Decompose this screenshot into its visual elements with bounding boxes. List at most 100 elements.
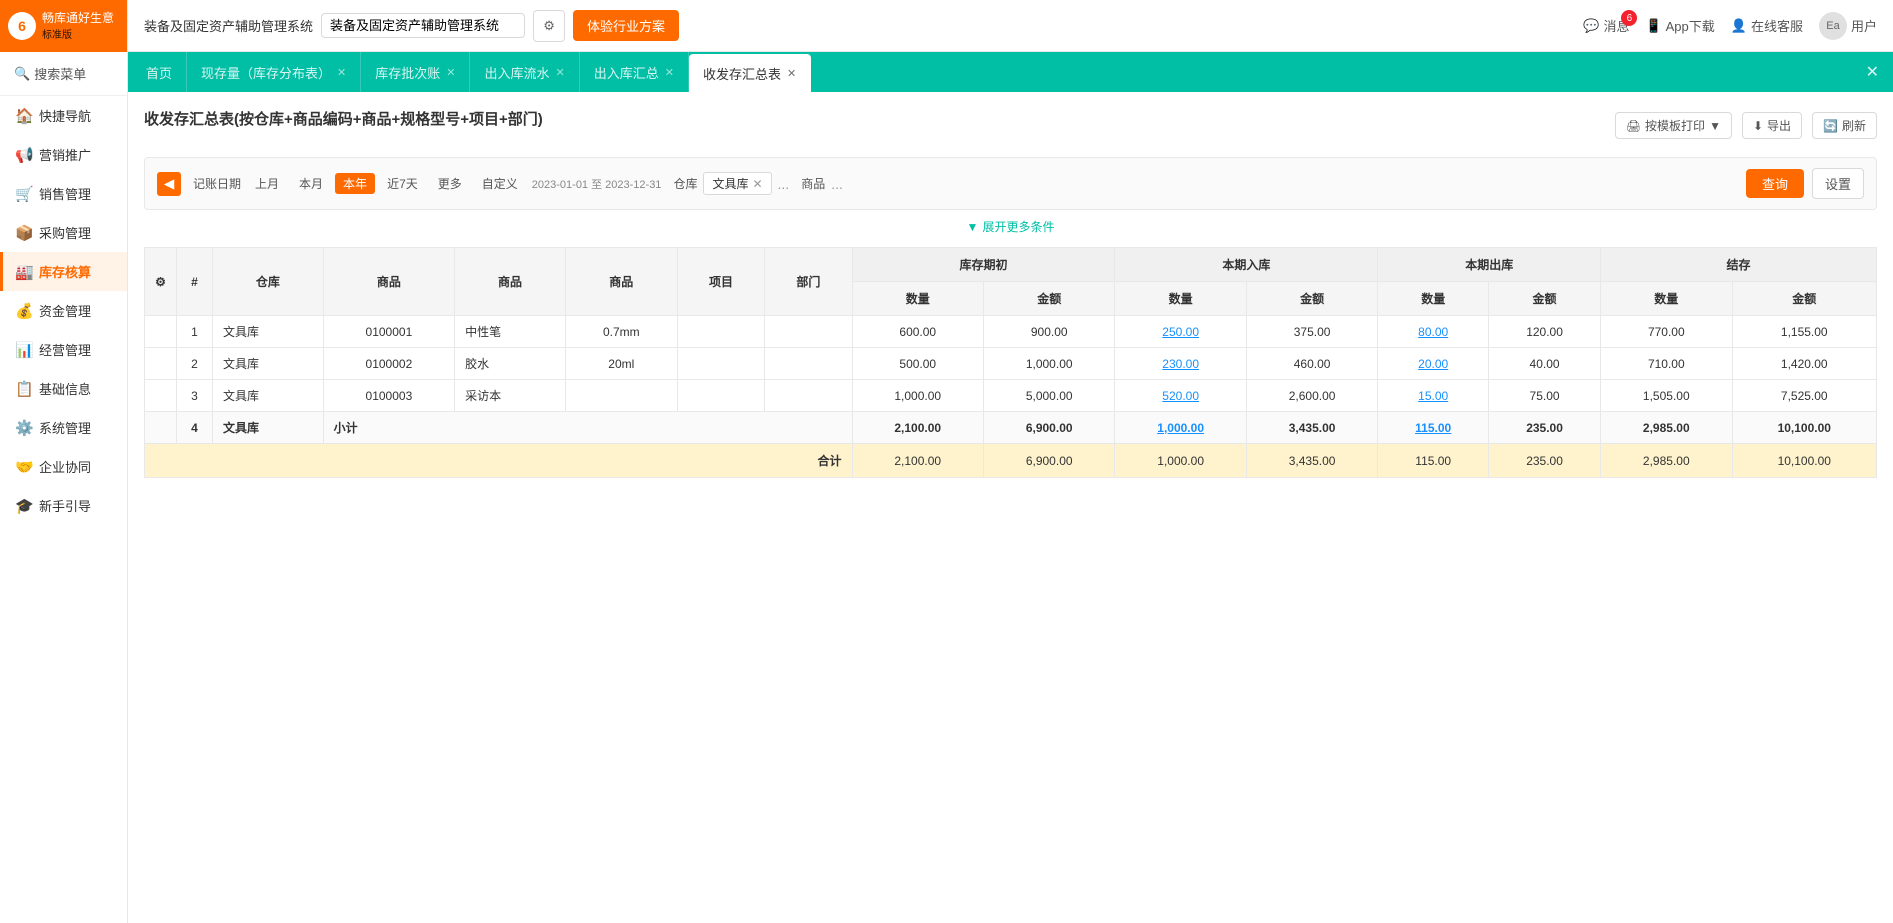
tab-in-out-summary[interactable]: 出入库汇总 ✕ <box>580 52 689 92</box>
refresh-button[interactable]: 🔄 刷新 <box>1812 112 1877 139</box>
sidebar-logo: 6 畅库通好生意 标准版 <box>0 0 127 52</box>
newbie-icon: 🎓 <box>15 497 33 515</box>
row-in-qty[interactable]: 230.00 <box>1115 348 1246 380</box>
tab-stock-dist-close[interactable]: ✕ <box>337 66 346 79</box>
row-num: 2 <box>177 348 213 380</box>
sales-icon: 🛒 <box>15 185 33 203</box>
search-menu-button[interactable]: 🔍 搜索菜单 <box>8 60 119 87</box>
main-content: 装备及固定资产辅助管理系统 装备及固定资产辅助管理系统 ⚙ 体验行业方案 💬 消… <box>128 0 1893 923</box>
filter-bar: ◀ 记账日期 上月 本月 本年 近7天 更多 自定义 2023-01-01 至 … <box>144 157 1877 210</box>
tab-stock-dist[interactable]: 现存量（库存分布表） ✕ <box>187 52 361 92</box>
sidebar-item-operations[interactable]: 📊 经营管理 <box>0 330 127 369</box>
table-close-qty-col: 数量 <box>1601 282 1732 316</box>
warehouse-ellipsis[interactable]: ... <box>778 176 790 192</box>
expand-more-button[interactable]: ▼ 展开更多条件 <box>967 218 1055 235</box>
total-open-qty: 2,100.00 <box>852 444 983 478</box>
system-title: 装备及固定资产辅助管理系统 <box>144 16 313 35</box>
system-icon: ⚙️ <box>15 419 33 437</box>
date-btn-more[interactable]: 更多 <box>430 173 470 194</box>
table-out-qty-col: 数量 <box>1378 282 1489 316</box>
warehouse-filter-label: 仓库 <box>673 175 697 192</box>
sidebar: 6 畅库通好生意 标准版 🔍 搜索菜单 🏠 快捷导航 📢 营销推广 🛒 销售管理… <box>0 0 128 923</box>
row-project <box>677 316 764 348</box>
total-out-amt: 235.00 <box>1489 444 1601 478</box>
row-settings <box>145 348 177 380</box>
sidebar-item-newbie[interactable]: 🎓 新手引导 <box>0 486 127 525</box>
warehouse-tag[interactable]: 文具库 ✕ <box>703 172 771 195</box>
subtotal-in-amt: 3,435.00 <box>1246 412 1377 444</box>
sidebar-item-inventory[interactable]: 🏭 库存核算 <box>0 252 127 291</box>
subtotal-warehouse: 文具库 <box>213 412 324 444</box>
sidebar-item-marketing[interactable]: 📢 营销推广 <box>0 135 127 174</box>
tab-in-out-flow-close[interactable]: ✕ <box>556 66 565 79</box>
table-row: 3 文具库 0100003 采访本 1,000.00 5,000.00 520.… <box>145 380 1877 412</box>
sidebar-item-purchase[interactable]: 📦 采购管理 <box>0 213 127 252</box>
table-settings-icon[interactable]: ⚙ <box>155 275 166 289</box>
refresh-label: 刷新 <box>1842 117 1866 134</box>
search-menu-label: 搜索菜单 <box>34 64 86 83</box>
print-button[interactable]: 🖨 按模板打印 ▼ <box>1615 112 1732 139</box>
message-button[interactable]: 💬 消息 6 <box>1583 16 1629 35</box>
trial-button[interactable]: 体验行业方案 <box>573 10 679 41</box>
user-menu-button[interactable]: Ea 用户 <box>1819 12 1877 40</box>
table-closing-header: 结存 <box>1601 248 1877 282</box>
row-close-amt: 1,420.00 <box>1732 348 1876 380</box>
table-num-col: # <box>177 248 213 316</box>
row-open-amt: 5,000.00 <box>983 380 1114 412</box>
filter-collapse-button[interactable]: ◀ <box>157 172 181 196</box>
query-button[interactable]: 查询 <box>1746 169 1804 198</box>
page-content: 收发存汇总表(按仓库+商品编码+商品+规格型号+项目+部门) 🖨 按模板打印 ▼… <box>128 92 1893 923</box>
subtotal-close-qty: 2,985.00 <box>1601 412 1732 444</box>
date-btn-cur-year[interactable]: 本年 <box>335 173 375 194</box>
export-button[interactable]: ⬇ 导出 <box>1742 112 1802 139</box>
warehouse-tag-close[interactable]: ✕ <box>752 177 762 191</box>
row-in-qty[interactable]: 250.00 <box>1115 316 1246 348</box>
tab-in-out-flow[interactable]: 出入库流水 ✕ <box>470 52 579 92</box>
print-chevron-icon: ▼ <box>1709 119 1721 133</box>
sidebar-item-system[interactable]: ⚙️ 系统管理 <box>0 408 127 447</box>
expand-row: ▼ 展开更多条件 <box>144 218 1877 235</box>
date-filter-label: 记账日期 <box>193 175 241 192</box>
row-out-amt: 40.00 <box>1489 348 1601 380</box>
row-spec <box>565 380 677 412</box>
row-out-qty[interactable]: 20.00 <box>1378 348 1489 380</box>
tab-recv-send-summary-close[interactable]: ✕ <box>787 67 796 80</box>
date-btn-cur-month[interactable]: 本月 <box>291 173 331 194</box>
sidebar-item-finance[interactable]: 💰 资金管理 <box>0 291 127 330</box>
tab-recv-send-summary[interactable]: 收发存汇总表 ✕ <box>689 54 811 92</box>
table-in-qty-col: 数量 <box>1115 282 1246 316</box>
app-download-label: App下载 <box>1666 16 1715 35</box>
date-btn-custom[interactable]: 自定义 <box>474 173 526 194</box>
subtotal-out-qty[interactable]: 115.00 <box>1378 412 1489 444</box>
tab-in-out-summary-close[interactable]: ✕ <box>665 66 674 79</box>
tabs-close-all-button[interactable]: ✕ <box>1856 62 1889 82</box>
sidebar-item-label: 销售管理 <box>39 184 91 203</box>
row-goods: 胶水 <box>455 348 566 380</box>
row-close-qty: 770.00 <box>1601 316 1732 348</box>
system-selector[interactable]: 装备及固定资产辅助管理系统 <box>321 13 525 38</box>
subtotal-in-qty[interactable]: 1,000.00 <box>1115 412 1246 444</box>
sidebar-item-basic-info[interactable]: 📋 基础信息 <box>0 369 127 408</box>
settings-gear-button[interactable]: ⚙ <box>533 10 565 42</box>
tab-home[interactable]: 首页 <box>132 52 187 92</box>
filter-setting-button[interactable]: 设置 <box>1812 168 1864 199</box>
row-out-qty[interactable]: 80.00 <box>1378 316 1489 348</box>
expand-icon: ▼ <box>967 220 979 234</box>
sidebar-item-quick-nav[interactable]: 🏠 快捷导航 <box>0 96 127 135</box>
sidebar-item-corp[interactable]: 🤝 企业协同 <box>0 447 127 486</box>
goods-filter-group: 商品 ... <box>801 175 843 192</box>
row-out-qty[interactable]: 15.00 <box>1378 380 1489 412</box>
tab-batch-account-close[interactable]: ✕ <box>446 66 455 79</box>
date-btn-prev-month[interactable]: 上月 <box>247 173 287 194</box>
sidebar-item-sales[interactable]: 🛒 销售管理 <box>0 174 127 213</box>
app-download-button[interactable]: 📱 App下载 <box>1645 16 1714 35</box>
date-btn-7days[interactable]: 近7天 <box>379 173 426 194</box>
table-open-qty-col: 数量 <box>852 282 983 316</box>
row-in-qty[interactable]: 520.00 <box>1115 380 1246 412</box>
tab-batch-account[interactable]: 库存批次账 ✕ <box>361 52 470 92</box>
goods-filter-label: 商品 <box>801 175 825 192</box>
online-service-button[interactable]: 👤 在线客服 <box>1731 16 1803 35</box>
goods-ellipsis[interactable]: ... <box>831 176 843 192</box>
subtotal-settings <box>145 412 177 444</box>
tab-home-label: 首页 <box>146 63 172 82</box>
